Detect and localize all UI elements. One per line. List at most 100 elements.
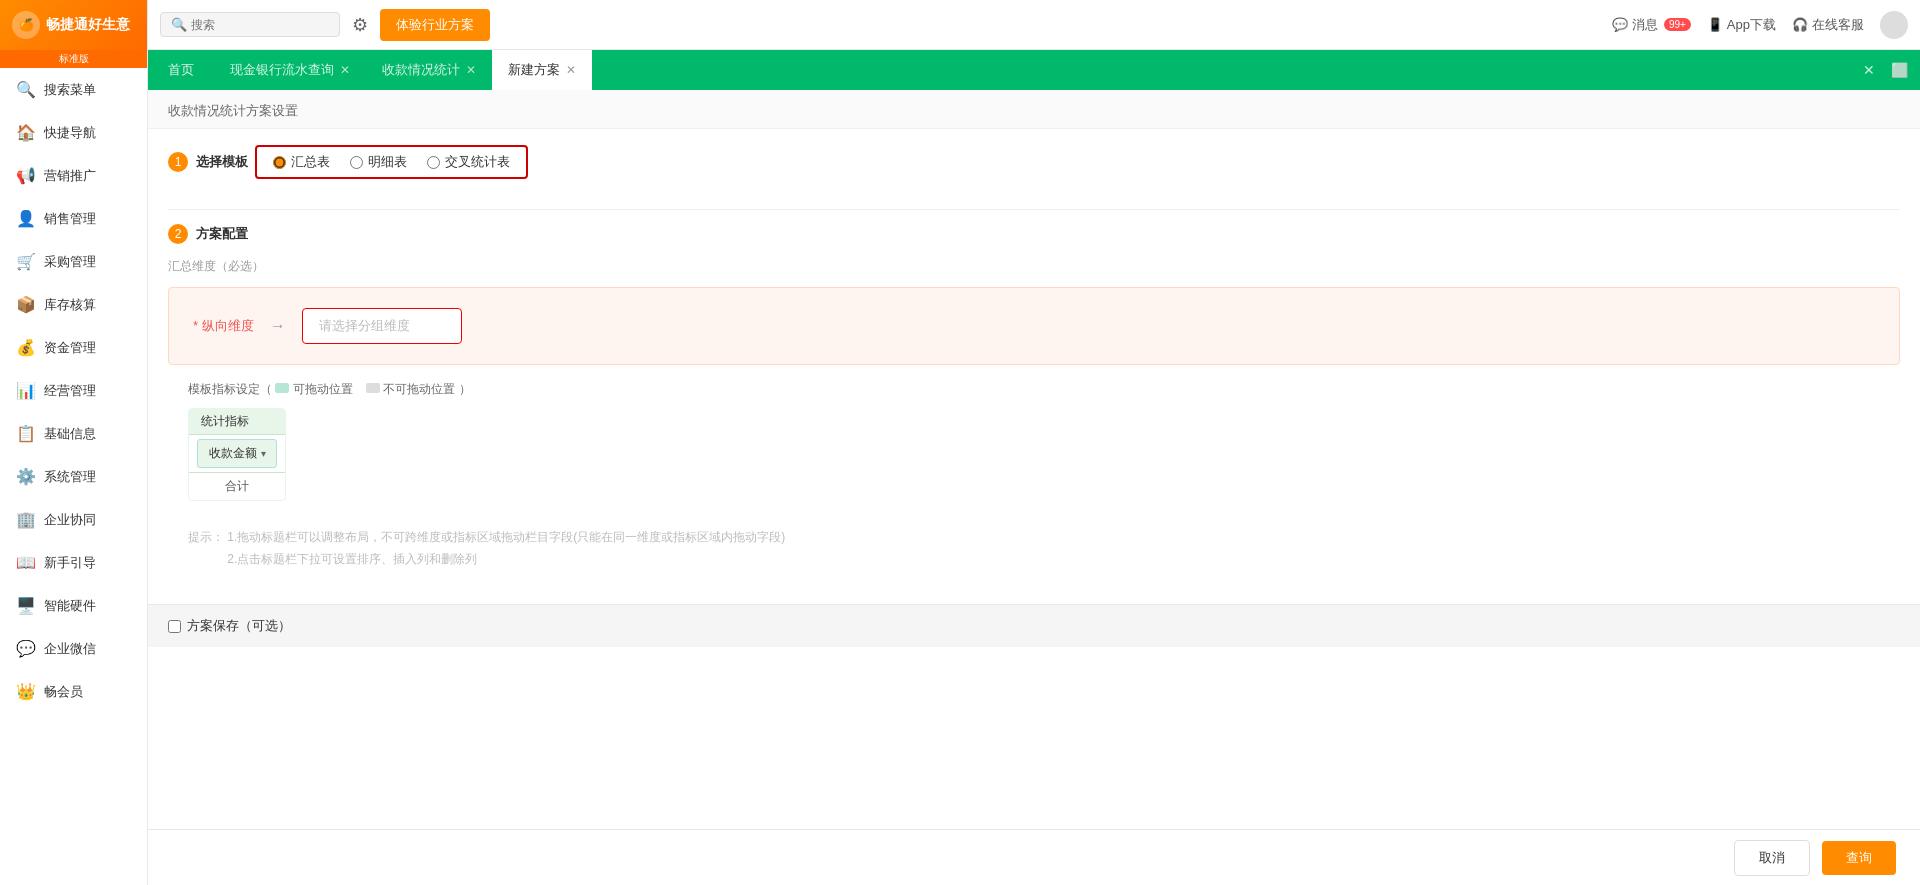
sidebar-item-marketing[interactable]: 📢 营销推广: [0, 154, 147, 197]
metrics-header: 模板指标设定（ 可拖动位置 不可拖动位置 ）: [188, 381, 1880, 398]
dim-selector[interactable]: 请选择分组维度: [302, 308, 462, 344]
tips-section: 提示： 1.拖动标题栏可以调整布局，不可跨维度或指标区域拖动栏目字段(只能在同一…: [168, 517, 1900, 590]
sidebar-item-management[interactable]: 📊 经营管理: [0, 369, 147, 412]
content-area: 收款情况统计方案设置 1 选择模板 汇总表 明细表: [148, 90, 1920, 885]
sidebar-edition: 标准版: [0, 50, 147, 68]
sidebar-item-label: 经营管理: [44, 382, 96, 400]
option-summary[interactable]: 汇总表: [273, 153, 330, 171]
tip2: 2.点击标题栏下拉可设置排序、插入列和删除列: [188, 549, 1880, 571]
sidebar-item-wechat[interactable]: 💬 企业微信: [0, 627, 147, 670]
logo-icon: 🍊: [12, 11, 40, 39]
system-icon: ⚙️: [16, 467, 34, 486]
basics-icon: 📋: [16, 424, 34, 443]
cancel-button[interactable]: 取消: [1734, 840, 1810, 876]
sidebar-item-label: 资金管理: [44, 339, 96, 357]
search-input[interactable]: [191, 18, 321, 32]
sidebar-item-inventory[interactable]: 📦 库存核算: [0, 283, 147, 326]
sidebar-item-hardware[interactable]: 🖥️ 智能硬件: [0, 584, 147, 627]
stat-label: 统计指标: [189, 409, 285, 435]
sidebar-item-label: 系统管理: [44, 468, 96, 486]
industry-solution-button[interactable]: 体验行业方案: [380, 9, 490, 41]
page-card: 收款情况统计方案设置 1 选择模板 汇总表 明细表: [148, 90, 1920, 829]
settings-gear-icon[interactable]: ⚙: [348, 10, 372, 40]
tab-new-plan-label: 新建方案: [508, 61, 560, 79]
sidebar-item-purchase[interactable]: 🛒 采购管理: [0, 240, 147, 283]
window-maximize-icon[interactable]: ⬜: [1887, 58, 1912, 82]
radio-cross[interactable]: [427, 156, 440, 169]
radio-summary[interactable]: [273, 156, 286, 169]
sidebar-item-system[interactable]: ⚙️ 系统管理: [0, 455, 147, 498]
search-icon: 🔍: [16, 80, 34, 99]
sidebar-item-search[interactable]: 🔍 搜索菜单: [0, 68, 147, 111]
tab-collection-label: 收款情况统计: [382, 61, 460, 79]
inventory-icon: 📦: [16, 295, 34, 314]
topbar-search-box[interactable]: 🔍: [160, 12, 340, 37]
tab-cashflow[interactable]: 现金银行流水查询 ✕: [214, 50, 366, 90]
option-cross[interactable]: 交叉统计表: [427, 153, 510, 171]
step2-section: 2 方案配置 汇总维度（必选） * 纵向维度 → 请选择分组维度: [148, 210, 1920, 604]
mgmt-icon: 📊: [16, 381, 34, 400]
option-summary-label: 汇总表: [291, 153, 330, 171]
footer-bar: 取消 查询: [148, 829, 1920, 885]
tab-new-plan[interactable]: 新建方案 ✕: [492, 50, 592, 90]
page-title-bar: 收款情况统计方案设置: [148, 90, 1920, 129]
step1-header: 1 选择模板 汇总表 明细表: [168, 145, 1900, 179]
sidebar-item-member[interactable]: 👑 畅会员: [0, 670, 147, 713]
step2-badge: 2: [168, 224, 188, 244]
user-avatar[interactable]: [1880, 11, 1908, 39]
dimension-area: * 纵向维度 → 请选择分组维度: [168, 287, 1900, 365]
sidebar-item-label: 快捷导航: [44, 124, 96, 142]
dim-section-label-text: 汇总维度（必选）: [168, 259, 264, 273]
topbar-right: 💬 消息 99+ 📱 App下载 🎧 在线客服: [1612, 11, 1908, 39]
radio-detail[interactable]: [350, 156, 363, 169]
metric-item-revenue[interactable]: 收款金额 ▾: [197, 439, 277, 468]
metric-sum: 合计: [189, 472, 285, 500]
page-title: 收款情况统计方案设置: [168, 103, 298, 118]
no-drag-indicator: [366, 383, 380, 393]
save-checkbox[interactable]: [168, 620, 181, 633]
step1-badge: 1: [168, 152, 188, 172]
notification-button[interactable]: 💬 消息 99+: [1612, 16, 1691, 34]
sidebar-item-label: 采购管理: [44, 253, 96, 271]
tab-collection[interactable]: 收款情况统计 ✕: [366, 50, 492, 90]
option-cross-label: 交叉统计表: [445, 153, 510, 171]
marketing-icon: 📢: [16, 166, 34, 185]
step2-header: 2 方案配置: [168, 224, 1900, 244]
collab-icon: 🏢: [16, 510, 34, 529]
chevron-down-icon: ▾: [261, 448, 266, 459]
tabbar-right: ✕ ⬜: [1859, 58, 1920, 82]
metric-revenue-label: 收款金额: [209, 445, 257, 462]
sales-icon: 👤: [16, 209, 34, 228]
search-icon: 🔍: [171, 17, 187, 32]
save-label[interactable]: 方案保存（可选）: [187, 617, 291, 635]
tab-cashflow-close[interactable]: ✕: [340, 63, 350, 77]
window-close-icon[interactable]: ✕: [1859, 58, 1879, 82]
guide-icon: 📖: [16, 553, 34, 572]
sidebar-item-nav[interactable]: 🏠 快捷导航: [0, 111, 147, 154]
notification-badge: 99+: [1664, 18, 1691, 31]
draggable-indicator: [275, 383, 289, 393]
sidebar-item-label: 企业微信: [44, 640, 96, 658]
option-detail[interactable]: 明细表: [350, 153, 407, 171]
vertical-dim-label: * 纵向维度: [193, 317, 254, 335]
sidebar-item-basics[interactable]: 📋 基础信息: [0, 412, 147, 455]
finance-icon: 💰: [16, 338, 34, 357]
sidebar-item-label: 畅会员: [44, 683, 83, 701]
tab-home[interactable]: 首页: [148, 50, 214, 90]
sidebar-item-finance[interactable]: 💰 资金管理: [0, 326, 147, 369]
metrics-header-text: 模板指标设定（ 可拖动位置 不可拖动位置 ）: [188, 381, 471, 398]
sidebar-item-sales[interactable]: 👤 销售管理: [0, 197, 147, 240]
app-download-label: App下载: [1727, 16, 1776, 34]
app-download-button[interactable]: 📱 App下载: [1707, 16, 1776, 34]
query-button[interactable]: 查询: [1822, 841, 1896, 875]
dim-placeholder: 请选择分组维度: [319, 318, 410, 333]
tab-collection-close[interactable]: ✕: [466, 63, 476, 77]
member-icon: 👑: [16, 682, 34, 701]
sidebar-item-guide[interactable]: 📖 新手引导: [0, 541, 147, 584]
support-icon: 🎧: [1792, 17, 1808, 32]
sidebar-item-collab[interactable]: 🏢 企业协同: [0, 498, 147, 541]
tab-home-label: 首页: [168, 61, 194, 79]
online-support-button[interactable]: 🎧 在线客服: [1792, 16, 1864, 34]
tab-new-plan-close[interactable]: ✕: [566, 63, 576, 77]
logo-text: 畅捷通好生意: [46, 16, 130, 34]
